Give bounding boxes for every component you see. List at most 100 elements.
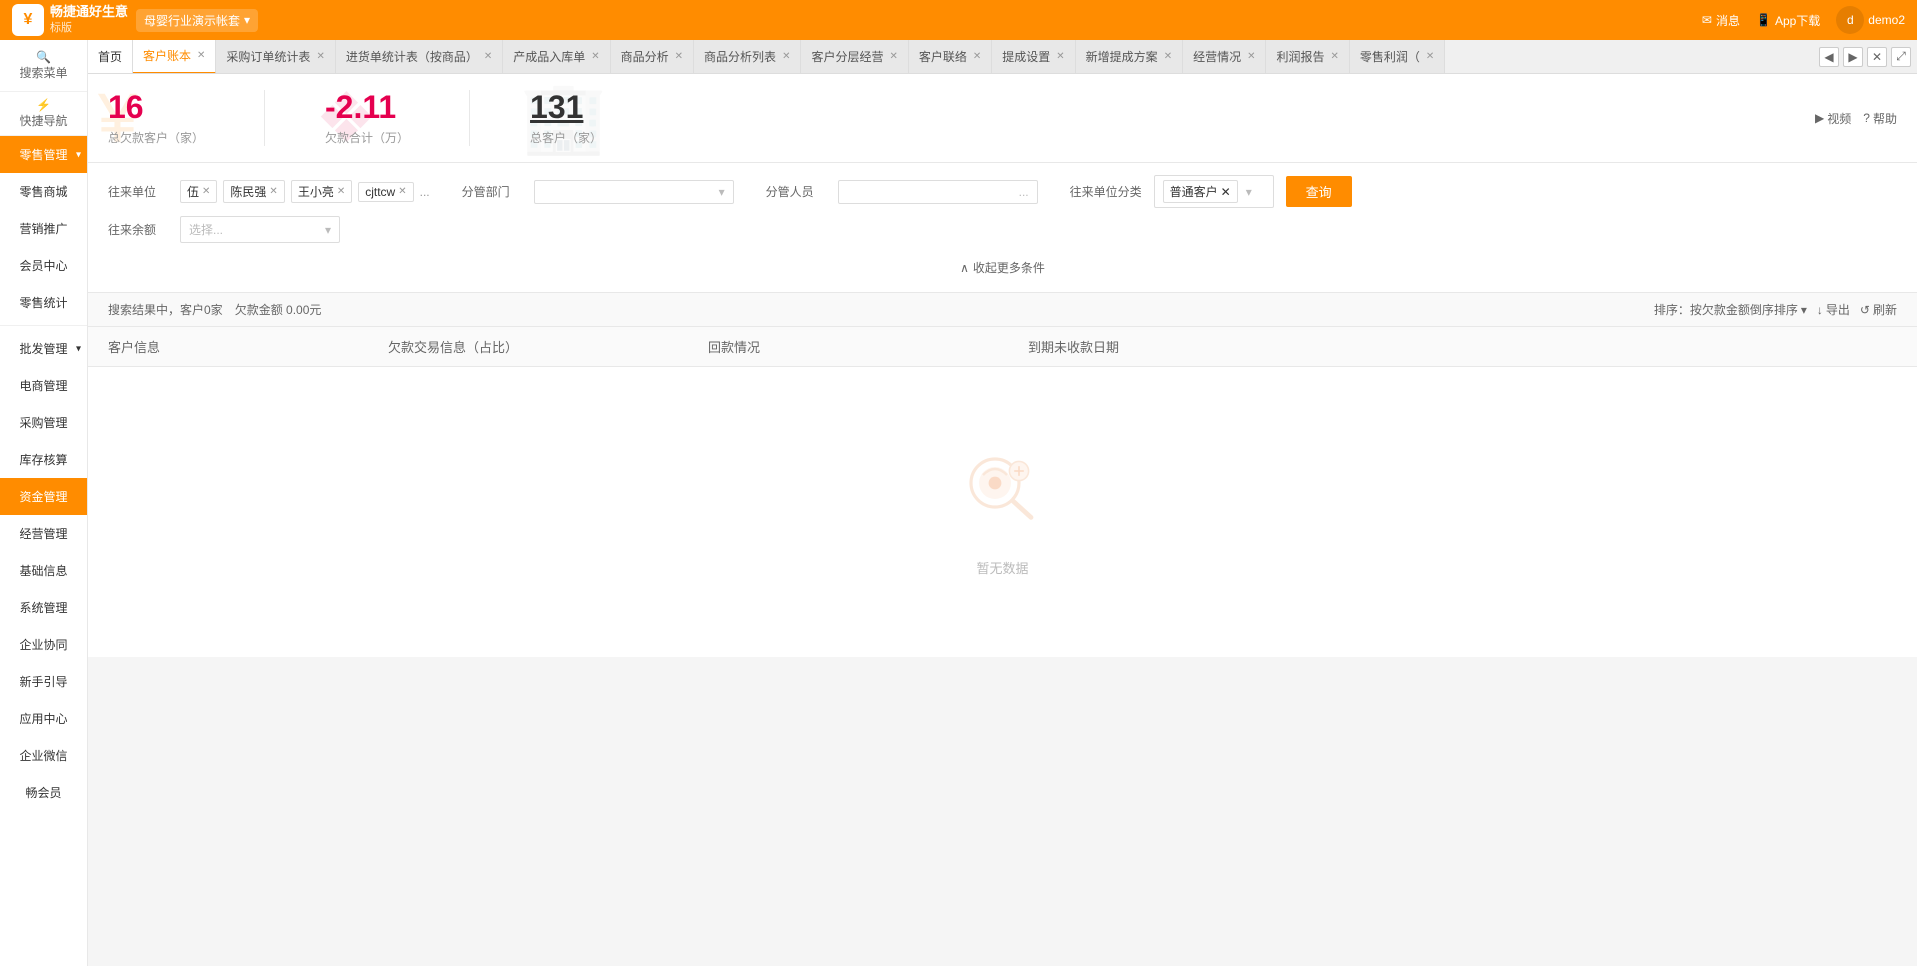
filter-tag-4: cjttcw ✕ [358,182,413,202]
messages-btn[interactable]: ✉ 消息 [1702,12,1740,29]
export-btn[interactable]: ↓ 导出 [1817,301,1850,318]
tab-close-customer-book[interactable]: ✕ [197,50,205,61]
sidebar-search[interactable]: 🔍 搜索菜单 [0,40,87,92]
tab-purchase-stats-by-product[interactable]: 进货单统计表（按商品） ✕ [336,40,503,74]
remove-tag-3[interactable]: ✕ [337,186,345,197]
sidebar-item-marketing[interactable]: 营销推广 [0,210,87,247]
content-area: 首页 客户账本 ✕ 采购订单统计表 ✕ 进货单统计表（按商品） ✕ 产成品入库单… [88,40,1917,966]
results-debt-amount: 欠款金额 0.00元 [235,301,322,318]
logo-symbol: ¥ [24,11,33,29]
sidebar-item-enterprise-coop[interactable]: 企业协同 [0,626,87,663]
table-header: 客户信息 欠款交易信息（占比） 回款情况 到期未收款日期 [88,327,1917,367]
unit-class-select[interactable]: 普通客户 ✕ ▾ [1154,175,1274,208]
sidebar-item-inventory[interactable]: 库存核算 [0,441,87,478]
col-header-date: 到期未收款日期 [1028,337,1897,356]
tab-home[interactable]: 首页 [88,40,133,74]
sidebar-item-app-center[interactable]: 应用中心 [0,700,87,737]
results-bar-right: 排序：按欠款金额倒序排序 ▾ ↓ 导出 ↺ 刷新 [1654,301,1897,318]
results-bar-left: 搜索结果中，客户0家 欠款金额 0.00元 [108,301,321,318]
tab-close-retail-profit[interactable]: ✕ [1426,51,1434,62]
col-header-debt: 欠款交易信息（占比） [388,337,708,356]
tab-close-all-btn[interactable]: ✕ [1867,47,1887,67]
query-button[interactable]: 查询 [1286,176,1352,207]
tab-close-new-raise-plan[interactable]: ✕ [1164,51,1172,62]
col-header-customer: 客户信息 [108,337,388,356]
sidebar-item-retail-stats[interactable]: 零售统计 [0,284,87,321]
sidebar-item-member-center[interactable]: 会员中心 [0,247,87,284]
filter-tag-3: 王小亮 ✕ [291,180,352,203]
stat-3-label: 总客户（家） [530,129,602,146]
sidebar-item-finance[interactable]: 资金管理 [0,478,87,515]
tab-prev-btn[interactable]: ◀ [1819,47,1839,67]
tab-expand-btn[interactable]: ⤢ [1891,47,1911,67]
tab-bar: 首页 客户账本 ✕ 采购订单统计表 ✕ 进货单统计表（按商品） ✕ 产成品入库单… [88,40,1917,74]
results-bar: 搜索结果中，客户0家 欠款金额 0.00元 排序：按欠款金额倒序排序 ▾ ↓ 导… [88,293,1917,327]
tab-close-purchase-order-stats[interactable]: ✕ [316,51,324,62]
tab-business-situation[interactable]: 经营情况 ✕ [1183,40,1266,74]
tab-close-raise-settings[interactable]: ✕ [1056,51,1064,62]
sidebar-item-system-mgmt[interactable]: 系统管理 [0,589,87,626]
tab-close-product-analysis[interactable]: ✕ [675,51,683,62]
tab-close-production-in[interactable]: ✕ [591,51,599,62]
refresh-btn[interactable]: ↺ 刷新 [1860,301,1897,318]
video-btn[interactable]: ▶ 视频 [1815,110,1851,127]
nav-icon: ⚡ [0,98,87,112]
remove-tag-1[interactable]: ✕ [202,186,210,197]
sidebar: 🔍 搜索菜单 ⚡ 快捷导航 零售管理 零售商城 营销推广 会员中心 零售统计 批… [0,40,88,966]
tab-close-purchase-stats-by-product[interactable]: ✕ [484,51,492,62]
tab-next-btn[interactable]: ▶ [1843,47,1863,67]
app-download-btn[interactable]: 📱 App下载 [1756,12,1820,29]
tab-purchase-order-stats[interactable]: 采购订单统计表 ✕ [216,40,335,74]
store-selector[interactable]: 母婴行业演示帐套 ▾ [136,9,258,32]
sidebar-item-vip-member[interactable]: 畅会员 [0,774,87,811]
user-menu[interactable]: d demo2 [1836,6,1905,34]
main-layout: 🔍 搜索菜单 ⚡ 快捷导航 零售管理 零售商城 营销推广 会员中心 零售统计 批… [0,40,1917,966]
sidebar-item-retail-mgmt[interactable]: 零售管理 [0,136,87,173]
stat-item-2: ❖ -2.11 欠款合计（万） [325,90,470,146]
sort-icon: ▾ [1801,303,1807,317]
dept-select[interactable]: ▾ [534,180,734,204]
sidebar-item-enterprise-wechat[interactable]: 企业微信 [0,737,87,774]
sidebar-item-ecommerce[interactable]: 电商管理 [0,367,87,404]
sidebar-item-basic-info[interactable]: 基础信息 [0,552,87,589]
remove-tag-4[interactable]: ✕ [398,186,406,197]
quick-nav[interactable]: ⚡ 快捷导航 [0,92,87,136]
remove-tag-2[interactable]: ✕ [269,186,277,197]
tab-new-raise-plan[interactable]: 新增提成方案 ✕ [1076,40,1183,74]
col-header-repay: 回款情况 [708,337,1028,356]
tab-close-customer-tier[interactable]: ✕ [889,51,897,62]
stat-1-value: 16 [108,90,204,125]
filter-tag-2: 陈民强 ✕ [223,180,284,203]
tab-customer-contact[interactable]: 客户联络 ✕ [909,40,992,74]
collapse-btn[interactable]: ∧ 收起更多条件 [108,255,1897,280]
sidebar-item-wholesale-mgmt[interactable]: 批发管理 [0,330,87,367]
tab-close-business-situation[interactable]: ✕ [1247,51,1255,62]
tab-close-customer-contact[interactable]: ✕ [973,51,981,62]
sidebar-item-new-guide[interactable]: 新手引导 [0,663,87,700]
stat-2-content: -2.11 欠款合计（万） [325,90,409,146]
logo-icon: ¥ [12,4,44,36]
person-more[interactable]: ... [1019,185,1029,199]
tab-close-product-analysis-list[interactable]: ✕ [782,51,790,62]
tab-customer-tier[interactable]: 客户分层经营 ✕ [801,40,908,74]
tab-production-in[interactable]: 产成品入库单 ✕ [503,40,610,74]
tab-product-analysis-list[interactable]: 商品分析列表 ✕ [694,40,801,74]
sidebar-item-business-mgmt[interactable]: 经营管理 [0,515,87,552]
tab-product-analysis[interactable]: 商品分析 ✕ [611,40,694,74]
tab-raise-settings[interactable]: 提成设置 ✕ [992,40,1075,74]
remove-class-tag[interactable]: ✕ [1221,185,1231,199]
unit-class-tag: 普通客户 ✕ [1163,180,1238,203]
sidebar-item-retail-mall[interactable]: 零售商城 [0,173,87,210]
filter-more-btn[interactable]: ... [420,185,430,199]
sidebar-item-purchase-mgmt[interactable]: 采购管理 [0,404,87,441]
person-select[interactable]: ... [838,180,1038,204]
tab-profit-report[interactable]: 利润报告 ✕ [1266,40,1349,74]
tab-retail-profit[interactable]: 零售利润（ ✕ [1350,40,1445,74]
stat-item-3: 🏢 131 总客户（家） [530,90,602,146]
tab-customer-book[interactable]: 客户账本 ✕ [133,40,216,74]
help-btn[interactable]: ? 帮助 [1863,110,1897,127]
balance-select[interactable]: 选择... ▾ [180,216,340,243]
chevron-down-icon: ▾ [244,13,250,27]
tab-close-profit-report[interactable]: ✕ [1331,51,1339,62]
sort-btn[interactable]: 排序：按欠款金额倒序排序 ▾ [1654,301,1807,318]
